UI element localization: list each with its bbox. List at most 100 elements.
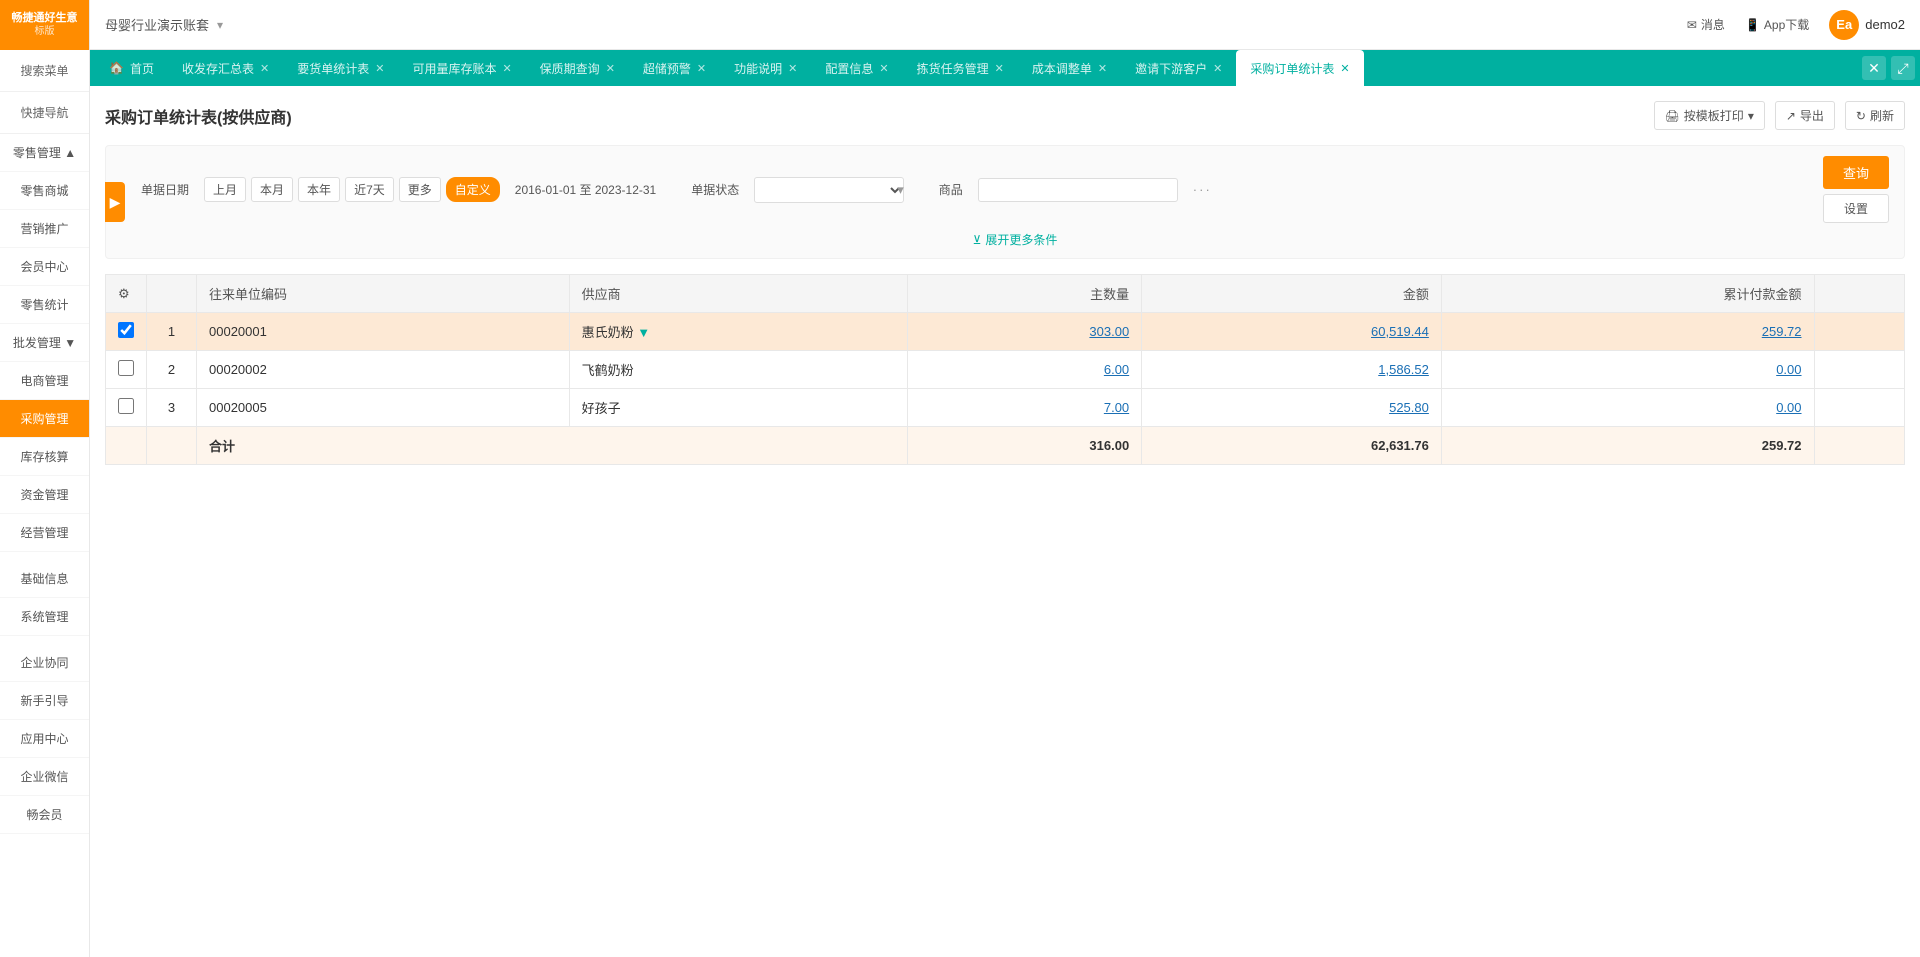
tab-close-function-desc[interactable]: ✕ — [788, 62, 797, 75]
tab-purchase-stat[interactable]: 要货单统计表 ✕ — [283, 50, 398, 86]
sidebar-item-batch-mgmt[interactable]: 批发管理 ▼ — [0, 324, 89, 362]
page-title: 采购订单统计表(按供应商) — [105, 104, 292, 128]
row-1-quantity[interactable]: 303.00 — [907, 313, 1141, 351]
sidebar-item-finance[interactable]: 资金管理 — [0, 476, 89, 514]
row-1-expand-icon[interactable]: ▼ — [637, 325, 650, 340]
row-3-extra — [1814, 389, 1904, 427]
row-1-checkbox[interactable] — [106, 313, 147, 351]
main-area: 母婴行业演示账套 ▾ ✉ 消息 📱 App下载 Ea demo2 🏠 首页 收发… — [90, 0, 1920, 957]
row-2-quantity[interactable]: 6.00 — [907, 351, 1141, 389]
tab-close-config-info[interactable]: ✕ — [879, 62, 888, 75]
sidebar-item-enterprise[interactable]: 企业协同 — [0, 644, 89, 682]
row-3-amount[interactable]: 525.80 — [1142, 389, 1442, 427]
date-last-month-btn[interactable]: 上月 — [204, 177, 246, 202]
row-3-num: 3 — [147, 389, 197, 427]
row-1-paid-amount[interactable]: 259.72 — [1441, 313, 1814, 351]
settings-button[interactable]: 设置 — [1823, 194, 1889, 223]
filter-toggle-btn[interactable]: ▶ — [105, 182, 125, 222]
row-1-amount[interactable]: 60,519.44 — [1142, 313, 1442, 351]
sidebar-item-ecommerce[interactable]: 电商管理 — [0, 362, 89, 400]
sidebar-item-retail-mgmt[interactable]: 零售管理 ▲ — [0, 134, 89, 172]
topbar-app-download[interactable]: 📱 App下载 — [1745, 16, 1809, 33]
tab-purchase-order-stat[interactable]: 采购订单统计表 ✕ — [1236, 50, 1363, 86]
sidebar-item-inventory[interactable]: 库存核算 — [0, 438, 89, 476]
goods-input[interactable] — [978, 178, 1178, 202]
row-3-paid-amount[interactable]: 0.00 — [1441, 389, 1814, 427]
col-header-num — [147, 275, 197, 313]
user-name: demo2 — [1865, 17, 1905, 32]
tab-close-purchase-stat[interactable]: ✕ — [375, 62, 384, 75]
sidebar-item-operation[interactable]: 经营管理 — [0, 514, 89, 552]
sidebar-item-marketing[interactable]: 营销推广 — [0, 210, 89, 248]
tab-close-collect-summary[interactable]: ✕ — [260, 62, 269, 75]
date-this-year-btn[interactable]: 本年 — [298, 177, 340, 202]
tab-close-all-btn[interactable]: ✕ — [1862, 56, 1886, 80]
sidebar-item-app-center[interactable]: 应用中心 — [0, 720, 89, 758]
refresh-button[interactable]: ↻ 刷新 — [1845, 101, 1905, 130]
goods-more-icon[interactable]: ··· — [1193, 182, 1212, 197]
row-3-supplier-code: 00020005 — [197, 389, 570, 427]
sidebar-item-retail-shop[interactable]: 零售商城 — [0, 172, 89, 210]
quick-nav[interactable]: 快捷导航 — [5, 98, 84, 127]
checkbox-2[interactable] — [118, 360, 134, 376]
settings-icon[interactable]: ⚙ — [118, 286, 130, 301]
col-header-checkbox: ⚙ — [106, 275, 147, 313]
date-more-btn[interactable]: 更多 — [399, 177, 441, 202]
row-2-paid-amount[interactable]: 0.00 — [1441, 351, 1814, 389]
tab-close-purchase-order-stat[interactable]: ✕ — [1340, 62, 1349, 75]
export-button[interactable]: ↗ 导出 — [1775, 101, 1835, 130]
sidebar-item-newbie[interactable]: 新手引导 — [0, 682, 89, 720]
topbar-dropdown-arrow[interactable]: ▾ — [217, 18, 223, 32]
home-icon: 🏠 — [109, 61, 124, 75]
col-header-supplier-name: 供应商 — [569, 275, 907, 313]
tab-overstock[interactable]: 超储预警 ✕ — [629, 50, 720, 86]
tab-function-desc[interactable]: 功能说明 ✕ — [720, 50, 811, 86]
checkbox-1[interactable] — [118, 322, 134, 338]
print-icon: 🖨 — [1665, 109, 1680, 123]
search-menu[interactable]: 搜索菜单 — [5, 56, 84, 85]
sidebar-item-vip[interactable]: 畅会员 — [0, 796, 89, 834]
tab-picking-task[interactable]: 拣货任务管理 ✕ — [903, 50, 1018, 86]
sidebar-item-member[interactable]: 会员中心 — [0, 248, 89, 286]
tab-close-cost-adjust[interactable]: ✕ — [1098, 62, 1107, 75]
row-3-checkbox[interactable] — [106, 389, 147, 427]
col-header-supplier-code: 往来单位编码 — [197, 275, 570, 313]
col-header-amount: 金额 — [1142, 275, 1442, 313]
tab-close-invite-downstream[interactable]: ✕ — [1213, 62, 1222, 75]
tab-close-picking-task[interactable]: ✕ — [995, 62, 1004, 75]
tab-close-expiry[interactable]: ✕ — [606, 62, 615, 75]
tab-close-overstock[interactable]: ✕ — [697, 62, 706, 75]
tab-home[interactable]: 🏠 首页 — [95, 50, 168, 86]
tab-collect-summary[interactable]: 收发存汇总表 ✕ — [168, 50, 283, 86]
topbar-messages[interactable]: ✉ 消息 — [1687, 16, 1725, 33]
tab-invite-downstream[interactable]: 邀请下游客户 ✕ — [1121, 50, 1236, 86]
query-button[interactable]: 查询 — [1823, 156, 1889, 189]
date-7days-btn[interactable]: 近7天 — [345, 177, 394, 202]
sidebar-item-purchase-mgmt[interactable]: 采购管理 — [0, 400, 89, 438]
sidebar-item-basic-info[interactable]: 基础信息 — [0, 560, 89, 598]
sidebar-item-wechat[interactable]: 企业微信 — [0, 758, 89, 796]
expand-down-icon: ⊻ — [973, 233, 982, 247]
tab-overstock-label: 超储预警 — [643, 60, 691, 77]
app-logo[interactable]: 畅捷通好生意 标版 — [0, 0, 89, 50]
print-button[interactable]: 🖨 按模板打印 ▾ — [1654, 101, 1765, 130]
tab-expiry[interactable]: 保质期查询 ✕ — [526, 50, 629, 86]
status-select[interactable] — [754, 177, 904, 203]
topbar-user[interactable]: Ea demo2 — [1829, 10, 1905, 40]
row-2-checkbox[interactable] — [106, 351, 147, 389]
sidebar-item-retail-stat[interactable]: 零售统计 — [0, 286, 89, 324]
date-this-month-btn[interactable]: 本月 — [251, 177, 293, 202]
row-3-quantity[interactable]: 7.00 — [907, 389, 1141, 427]
tab-close-available-stock[interactable]: ✕ — [502, 62, 511, 75]
tab-maximize-btn[interactable]: ⤢ — [1891, 56, 1915, 80]
page-header: 采购订单统计表(按供应商) 🖨 按模板打印 ▾ ↗ 导出 ↻ 刷新 — [105, 101, 1905, 130]
tab-available-stock[interactable]: 可用量库存账本 ✕ — [398, 50, 525, 86]
checkbox-3[interactable] — [118, 398, 134, 414]
expand-label: 展开更多条件 — [985, 231, 1057, 248]
row-2-amount[interactable]: 1,586.52 — [1142, 351, 1442, 389]
tab-config-info[interactable]: 配置信息 ✕ — [811, 50, 902, 86]
sidebar-item-system[interactable]: 系统管理 — [0, 598, 89, 636]
row-3-supplier-name: 好孩子 — [569, 389, 907, 427]
expand-more-btn[interactable]: ⊻ 展开更多条件 — [973, 231, 1058, 248]
tab-cost-adjust[interactable]: 成本调整单 ✕ — [1018, 50, 1121, 86]
